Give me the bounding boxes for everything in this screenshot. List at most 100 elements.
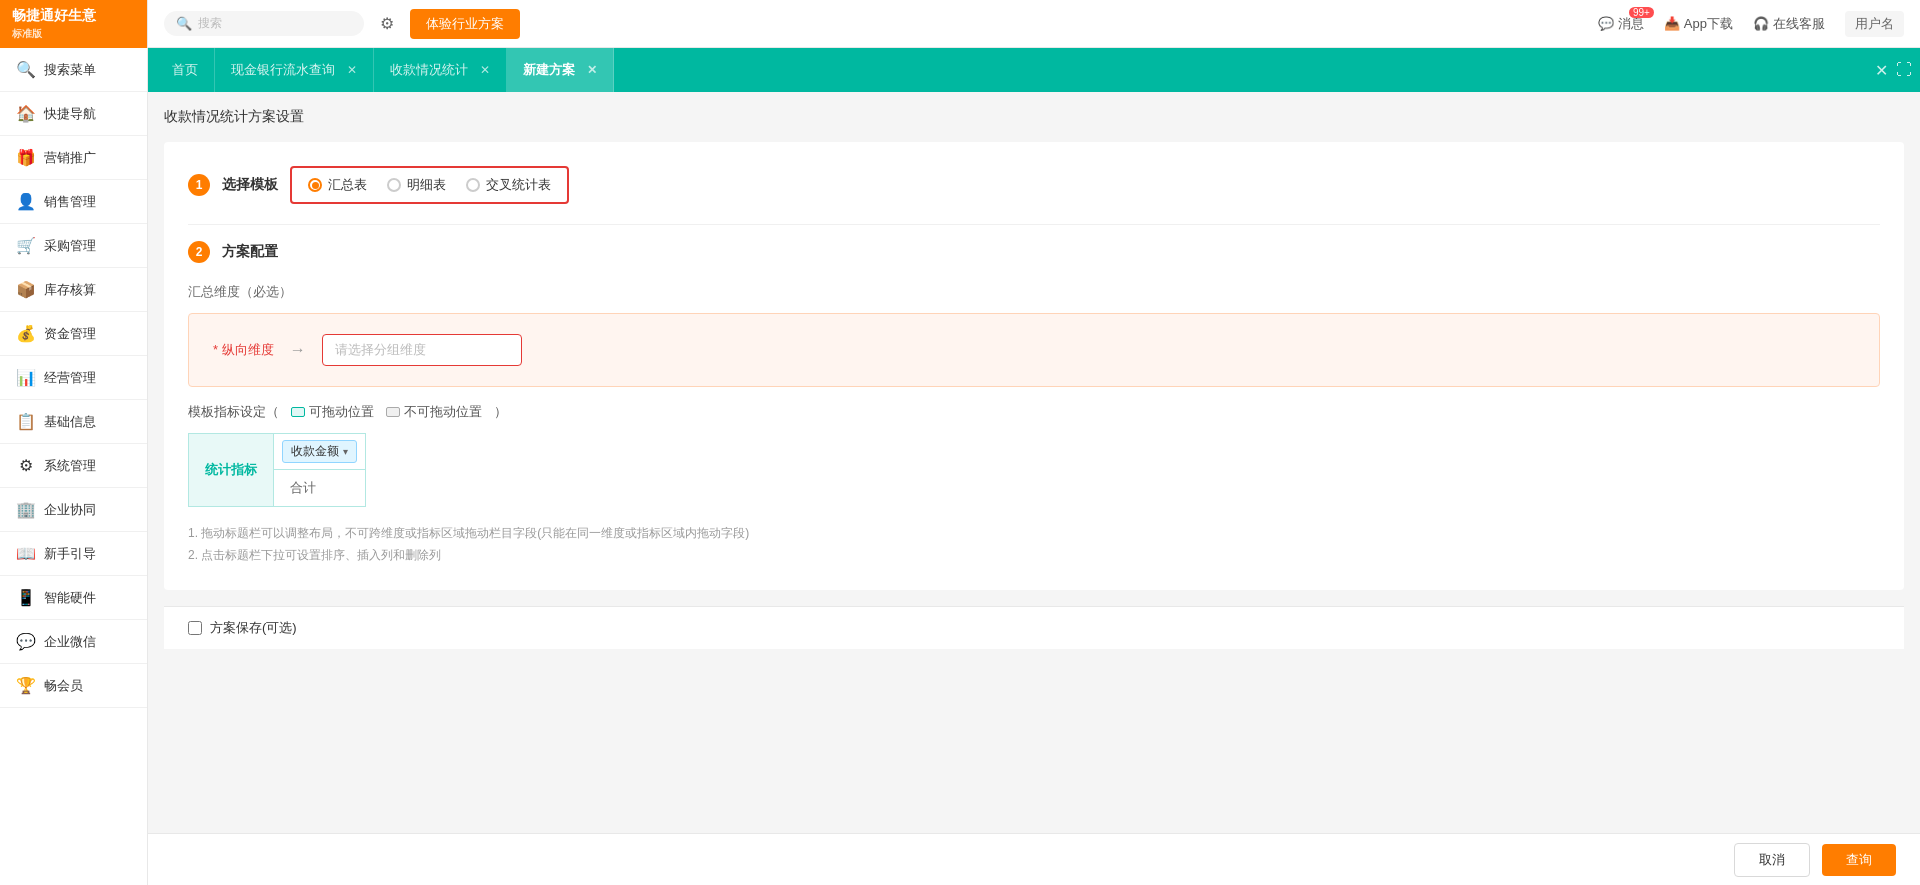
- metrics-col-data: 收款金额 ▾ 合计: [274, 433, 366, 507]
- tip2: 2. 点击标题栏下拉可设置排序、插入列和删除列: [188, 545, 1880, 567]
- sidebar-item-system[interactable]: ⚙ 系统管理: [0, 444, 147, 488]
- tab-payment-stats-label: 收款情况统计: [390, 61, 468, 79]
- radio-summary-circle: [308, 178, 322, 192]
- smart-hardware-icon: 📱: [16, 588, 36, 607]
- vip-icon: 🏆: [16, 676, 36, 695]
- service-icon: 🎧: [1753, 16, 1769, 31]
- inventory-icon: 📦: [16, 280, 36, 299]
- sidebar-item-enterprise-wechat[interactable]: 💬 企业微信: [0, 620, 147, 664]
- dimension-area: * 纵向维度 → 请选择分组维度: [188, 313, 1880, 387]
- no-drag-indicator: 不可拖动位置: [386, 403, 482, 421]
- basic-info-icon: 📋: [16, 412, 36, 431]
- search-placeholder: 搜索: [198, 15, 222, 32]
- service-btn[interactable]: 🎧 在线客服: [1753, 15, 1825, 33]
- user-name: 用户名: [1855, 16, 1894, 31]
- footer-actions: 取消 查询: [148, 833, 1920, 885]
- radio-cross[interactable]: 交叉统计表: [466, 176, 551, 194]
- radio-cross-label: 交叉统计表: [486, 176, 551, 194]
- sidebar-item-search-menu[interactable]: 🔍 搜索菜单: [0, 48, 147, 92]
- logo-text: 畅捷通好生意: [12, 7, 96, 25]
- sidebar-logo: 畅捷通好生意 标准版: [0, 0, 147, 48]
- tab-payment-stats[interactable]: 收款情况统计 ✕: [374, 48, 507, 92]
- step1-num: 1: [188, 174, 210, 196]
- settings-icon[interactable]: ⚙: [380, 14, 394, 33]
- user-info[interactable]: 用户名: [1845, 11, 1904, 37]
- tab-bank-flow[interactable]: 现金银行流水查询 ✕: [215, 48, 374, 92]
- maximize-icon[interactable]: ⛶: [1896, 61, 1912, 80]
- row-label: * 纵向维度: [213, 341, 274, 359]
- search-box[interactable]: 🔍 搜索: [164, 11, 364, 36]
- industry-btn[interactable]: 体验行业方案: [410, 9, 520, 39]
- sidebar-label-inventory: 库存核算: [44, 281, 96, 299]
- radio-summary-label: 汇总表: [328, 176, 367, 194]
- sidebar-item-sales[interactable]: 👤 销售管理: [0, 180, 147, 224]
- drag-box: [291, 407, 305, 417]
- sidebar-label-system: 系统管理: [44, 457, 96, 475]
- main-content: 🔍 搜索 ⚙ 体验行业方案 💬 消息 99+ 📥 App下载 🎧 在线客服 用户…: [148, 0, 1920, 885]
- sidebar-item-finance[interactable]: 💰 资金管理: [0, 312, 147, 356]
- save-checkbox[interactable]: [188, 621, 202, 635]
- sidebar-item-purchase[interactable]: 🛒 采购管理: [0, 224, 147, 268]
- service-label: 在线客服: [1773, 15, 1825, 33]
- metrics-col-label: 统计指标: [188, 433, 274, 507]
- metrics-row-sum: 合计: [274, 470, 365, 506]
- newbie-icon: 📖: [16, 544, 36, 563]
- metrics-tag-amount[interactable]: 收款金额 ▾: [282, 440, 357, 463]
- message-icon: 💬: [1598, 16, 1614, 31]
- metrics-section: 模板指标设定（ 可拖动位置 不可拖动位置 ） 统计指标: [188, 403, 1880, 507]
- marketing-icon: 🎁: [16, 148, 36, 167]
- enterprise-wechat-icon: 💬: [16, 632, 36, 651]
- topbar: 🔍 搜索 ⚙ 体验行业方案 💬 消息 99+ 📥 App下载 🎧 在线客服 用户…: [148, 0, 1920, 48]
- sidebar-item-marketing[interactable]: 🎁 营销推广: [0, 136, 147, 180]
- topbar-right: 💬 消息 99+ 📥 App下载 🎧 在线客服 用户名: [1598, 11, 1904, 37]
- tab-new-plan-close[interactable]: ✕: [587, 63, 597, 77]
- radio-detail[interactable]: 明细表: [387, 176, 446, 194]
- search-icon: 🔍: [176, 16, 192, 31]
- query-button[interactable]: 查询: [1822, 844, 1896, 876]
- tab-home[interactable]: 首页: [156, 48, 215, 92]
- dimension-arrow: →: [290, 341, 306, 359]
- metrics-tag-dropdown-icon[interactable]: ▾: [343, 446, 348, 457]
- metrics-tag-amount-label: 收款金额: [291, 443, 339, 460]
- sidebar-label-enterprise: 企业协同: [44, 501, 96, 519]
- sidebar-item-enterprise[interactable]: 🏢 企业协同: [0, 488, 147, 532]
- step2-row: 2 方案配置: [188, 241, 1880, 263]
- sidebar-label-enterprise-wechat: 企业微信: [44, 633, 96, 651]
- sidebar-label-purchase: 采购管理: [44, 237, 96, 255]
- message-btn[interactable]: 💬 消息 99+: [1598, 15, 1644, 33]
- sidebar-label-vip: 畅会员: [44, 677, 83, 695]
- sidebar-item-smart-hardware[interactable]: 📱 智能硬件: [0, 576, 147, 620]
- metrics-grid: 统计指标 收款金额 ▾ 合计: [188, 433, 1880, 507]
- sidebar-label-marketing: 营销推广: [44, 149, 96, 167]
- sidebar-item-basic-info[interactable]: 📋 基础信息: [0, 400, 147, 444]
- sidebar-item-newbie[interactable]: 📖 新手引导: [0, 532, 147, 576]
- sidebar-item-vip[interactable]: 🏆 畅会员: [0, 664, 147, 708]
- sidebar-label-operations: 经营管理: [44, 369, 96, 387]
- radio-summary[interactable]: 汇总表: [308, 176, 367, 194]
- tab-bank-flow-close[interactable]: ✕: [347, 63, 357, 77]
- radio-detail-label: 明细表: [407, 176, 446, 194]
- download-icon: 📥: [1664, 16, 1680, 31]
- purchase-icon: 🛒: [16, 236, 36, 255]
- step1-label: 选择模板: [222, 176, 278, 194]
- sidebar-item-operations[interactable]: 📊 经营管理: [0, 356, 147, 400]
- dimension-input[interactable]: 请选择分组维度: [322, 334, 522, 366]
- template-selection: 汇总表 明细表 交叉统计表: [290, 166, 569, 204]
- sidebar-label-quick-nav: 快捷导航: [44, 105, 96, 123]
- metrics-sum-label: 合计: [282, 475, 324, 501]
- finance-icon: 💰: [16, 324, 36, 343]
- tab-home-label: 首页: [172, 61, 198, 79]
- tab-new-plan[interactable]: 新建方案 ✕: [507, 48, 614, 92]
- cancel-button[interactable]: 取消: [1734, 843, 1810, 877]
- tab-payment-stats-close[interactable]: ✕: [480, 63, 490, 77]
- tab-bank-flow-label: 现金银行流水查询: [231, 61, 335, 79]
- sidebar-item-quick-nav[interactable]: 🏠 快捷导航: [0, 92, 147, 136]
- metrics-header-suffix: ）: [494, 403, 507, 421]
- download-btn[interactable]: 📥 App下载: [1664, 15, 1733, 33]
- close-all-icon[interactable]: ✕: [1875, 61, 1888, 80]
- sidebar-item-inventory[interactable]: 📦 库存核算: [0, 268, 147, 312]
- metrics-header: 模板指标设定（ 可拖动位置 不可拖动位置 ）: [188, 403, 1880, 421]
- sidebar-label-finance: 资金管理: [44, 325, 96, 343]
- page-title: 收款情况统计方案设置: [164, 108, 1904, 126]
- search-menu-icon: 🔍: [16, 60, 36, 79]
